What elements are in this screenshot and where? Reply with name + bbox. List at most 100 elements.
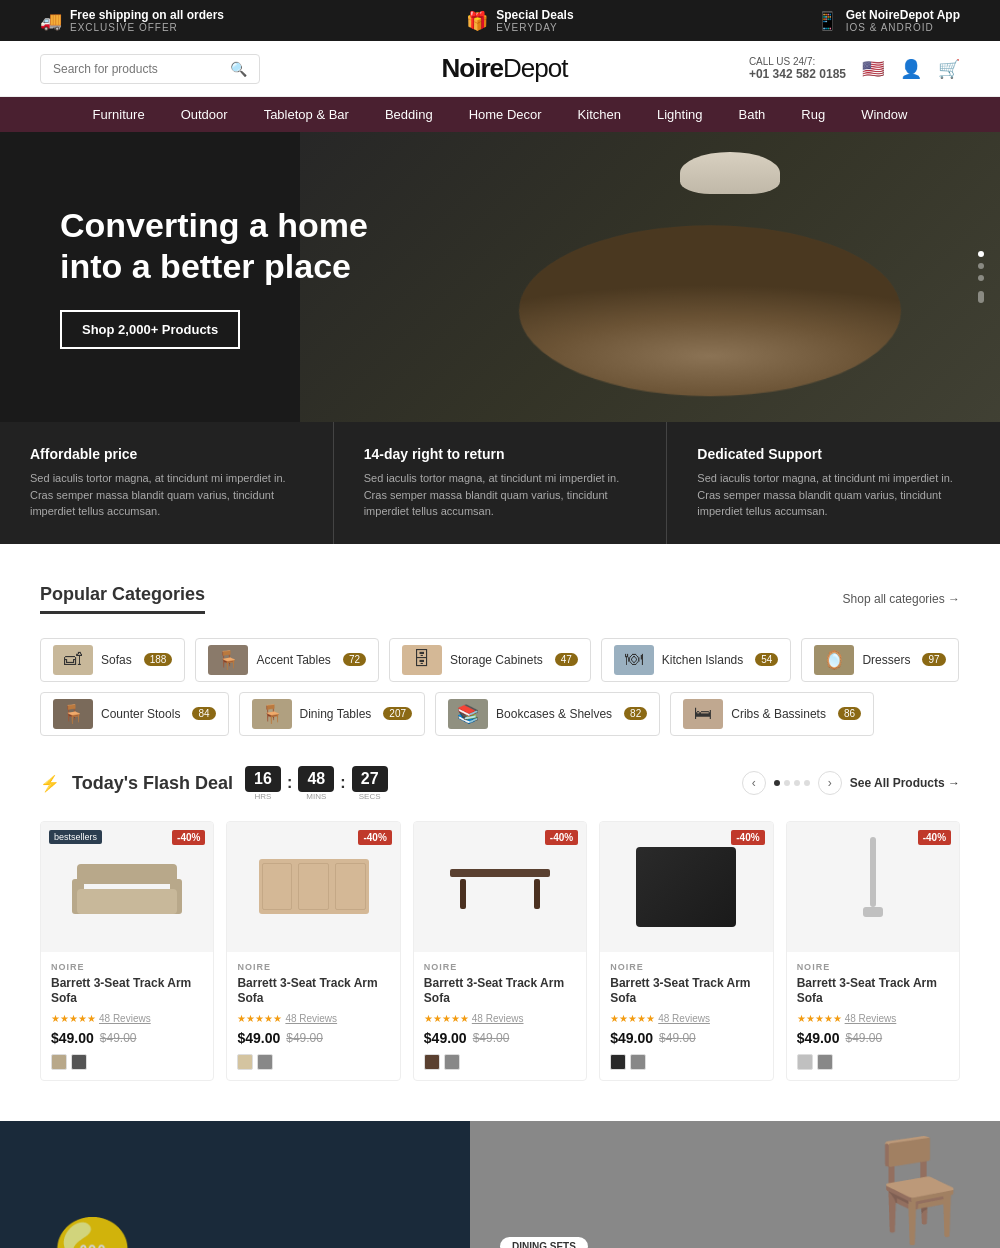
product-info-3: NOIRE Barrett 3-Seat Track Arm Sofa ★★★★… [414, 952, 586, 1080]
nav-item-furniture[interactable]: Furniture [75, 97, 163, 132]
category-sofas-img: 🛋 [53, 645, 93, 675]
shipping-icon: 🚚 [40, 10, 62, 32]
feature-support: Dedicated Support Sed iaculis tortor mag… [667, 422, 1000, 544]
hero-dot-2[interactable] [978, 263, 984, 269]
category-counter-stools[interactable]: 🪑 Counter Stools 84 [40, 692, 229, 736]
flash-deal-section: ⚡ Today's Flash Deal 16 HRS : 48 MINS : … [0, 756, 1000, 1101]
category-cribs[interactable]: 🛏 Cribs & Bassinets 86 [670, 692, 874, 736]
cart-icon[interactable]: 🛒 [938, 58, 960, 80]
product-reviews-1: 48 Reviews [99, 1013, 151, 1024]
hero-bowl-decoration [680, 152, 780, 194]
search-input[interactable] [53, 62, 222, 76]
category-storage-cabinets[interactable]: 🗄 Storage Cabinets 47 [389, 638, 591, 682]
category-sofas[interactable]: 🛋 Sofas 188 [40, 638, 185, 682]
bestseller-badge-1: bestsellers [49, 830, 102, 844]
phone-label: CALL US 24/7: [749, 56, 846, 67]
color-swatch-4a[interactable] [610, 1054, 626, 1070]
color-swatch-5a[interactable] [797, 1054, 813, 1070]
banner-right[interactable]: 🪑 DINING SETS For the style you want [470, 1121, 1000, 1248]
hero-dot-1[interactable] [978, 251, 984, 257]
lamp-stick-5 [870, 837, 876, 907]
star-rating-4: ★★★★★ [610, 1013, 655, 1024]
sofa-illustration-1 [72, 859, 182, 914]
category-dressers-count: 97 [922, 653, 945, 666]
timer-hours-group: 16 HRS [245, 766, 281, 801]
price-current-5: $49.00 [797, 1030, 840, 1046]
see-all-products-link[interactable]: See All Products → [850, 776, 960, 790]
flash-dot-4[interactable] [804, 780, 810, 786]
color-swatch-1a[interactable] [51, 1054, 67, 1070]
category-accent-tables[interactable]: 🪑 Accent Tables 72 [195, 638, 379, 682]
banner-left[interactable]: 💡 [0, 1121, 470, 1248]
flash-dot-1[interactable] [774, 780, 780, 786]
product-colors-4 [610, 1054, 762, 1070]
nav-item-bedding[interactable]: Bedding [367, 97, 451, 132]
product-card-5: -40% NOIRE Barrett 3-Seat Track Arm Sofa… [786, 821, 960, 1081]
shipping-sub-text: EXCLUSIVE OFFER [70, 22, 224, 33]
category-cribs-count: 86 [838, 707, 861, 720]
discount-badge-3: -40% [545, 830, 578, 845]
shop-all-categories-link[interactable]: Shop all categories → [843, 592, 960, 606]
nav-item-bath[interactable]: Bath [721, 97, 784, 132]
logo-bold: Noire [442, 53, 503, 83]
color-swatch-3a[interactable] [424, 1054, 440, 1070]
category-kitchen-islands[interactable]: 🍽 Kitchen Islands 54 [601, 638, 792, 682]
deals-icon: 🎁 [466, 10, 488, 32]
color-swatch-1b[interactable] [71, 1054, 87, 1070]
category-dressers-name: Dressers [862, 653, 910, 667]
color-swatch-2b[interactable] [257, 1054, 273, 1070]
hero-arrow-down[interactable] [978, 291, 984, 303]
color-swatch-5b[interactable] [817, 1054, 833, 1070]
categories-header: Popular Categories Shop all categories → [40, 584, 960, 614]
sofa-back-1 [77, 864, 177, 884]
product-price-2: $49.00 $49.00 [237, 1030, 389, 1046]
flash-icon: ⚡ [40, 774, 60, 793]
category-storage-cabinets-img: 🗄 [402, 645, 442, 675]
category-accent-tables-count: 72 [343, 653, 366, 666]
product-card-2: -40% NOIRE Barrett 3-Seat Track Arm Sofa… [226, 821, 400, 1081]
discount-badge-4: -40% [731, 830, 764, 845]
nav-item-kitchen[interactable]: Kitchen [560, 97, 639, 132]
cabinet-door-2c [335, 863, 366, 910]
flag-icon[interactable]: 🇺🇸 [862, 58, 884, 80]
nav-item-rug[interactable]: Rug [783, 97, 843, 132]
nav-item-homedecor[interactable]: Home Decor [451, 97, 560, 132]
price-old-2: $49.00 [286, 1031, 323, 1045]
color-swatch-4b[interactable] [630, 1054, 646, 1070]
product-brand-3: NOIRE [424, 962, 576, 972]
search-box[interactable]: 🔍 [40, 54, 260, 84]
logo[interactable]: NoireDepot [280, 53, 729, 84]
hero-dot-3[interactable] [978, 275, 984, 281]
product-stars-3: ★★★★★ 48 Reviews [424, 1013, 576, 1024]
category-bookcases[interactable]: 📚 Bookcases & Shelves 82 [435, 692, 660, 736]
hero-headline: Converting a home into a better place [60, 205, 420, 287]
flash-dot-2[interactable] [784, 780, 790, 786]
category-dining-tables[interactable]: 🪑 Dining Tables 207 [239, 692, 426, 736]
nav-item-tabletop[interactable]: Tabletop & Bar [246, 97, 367, 132]
discount-badge-5: -40% [918, 830, 951, 845]
nav-item-window[interactable]: Window [843, 97, 925, 132]
flash-next-button[interactable]: › [818, 771, 842, 795]
category-kitchen-islands-img: 🍽 [614, 645, 654, 675]
feature-price: Affordable price Sed iaculis tortor magn… [0, 422, 334, 544]
product-name-4: Barrett 3-Seat Track Arm Sofa [610, 976, 762, 1007]
category-sofas-name: Sofas [101, 653, 132, 667]
header-right: CALL US 24/7: +01 342 582 0185 🇺🇸 👤 🛒 [749, 56, 960, 81]
color-swatch-2a[interactable] [237, 1054, 253, 1070]
nav-item-lighting[interactable]: Lighting [639, 97, 721, 132]
flash-dot-3[interactable] [794, 780, 800, 786]
account-icon[interactable]: 👤 [900, 58, 922, 80]
hero-table-decoration [498, 225, 921, 396]
color-swatch-3b[interactable] [444, 1054, 460, 1070]
timer-minutes-label: MINS [306, 792, 326, 801]
product-name-5: Barrett 3-Seat Track Arm Sofa [797, 976, 949, 1007]
flash-prev-button[interactable]: ‹ [742, 771, 766, 795]
nav-item-outdoor[interactable]: Outdoor [163, 97, 246, 132]
timer-seconds: 27 [352, 766, 388, 792]
lamp-illustration-5 [848, 837, 898, 937]
feature-support-desc: Sed iaculis tortor magna, at tincidunt m… [697, 470, 970, 520]
category-dressers[interactable]: 🪞 Dressers 97 [801, 638, 958, 682]
hero-dots [978, 251, 984, 303]
hero-shop-button[interactable]: Shop 2,000+ Products [60, 310, 240, 349]
flash-deal-title: Today's Flash Deal [72, 773, 233, 794]
